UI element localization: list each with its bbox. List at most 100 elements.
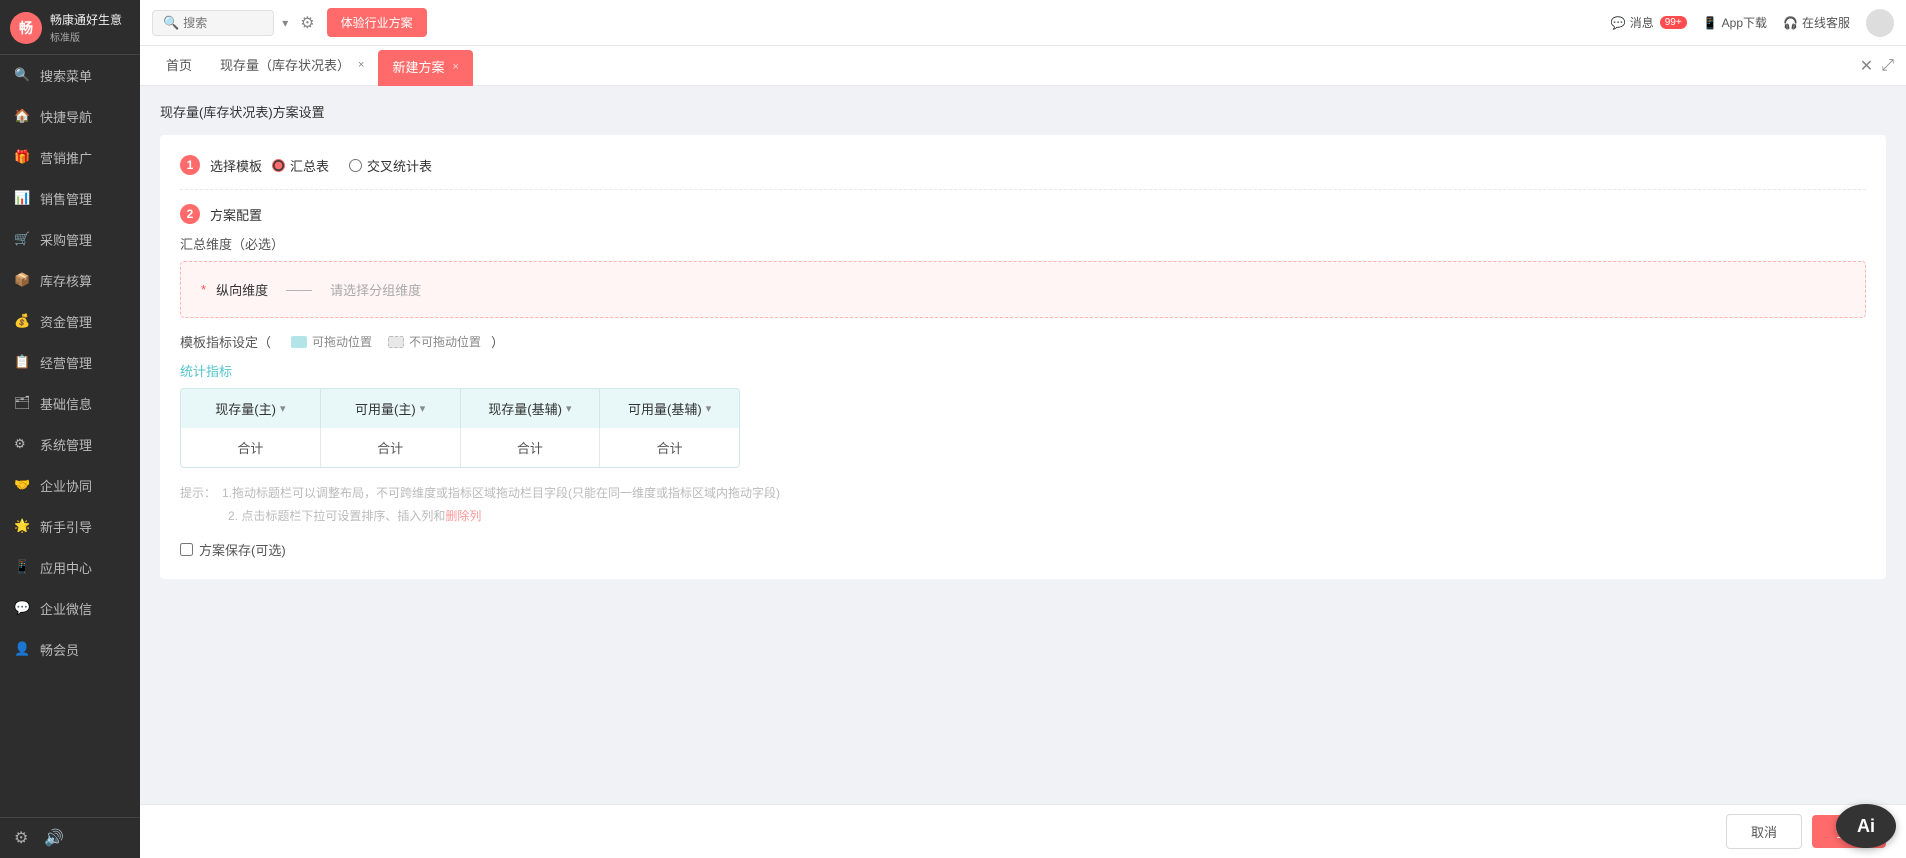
member-icon: 👤	[14, 641, 32, 659]
avatar[interactable]	[1866, 9, 1894, 37]
message-icon: 💬	[1611, 16, 1626, 30]
content-area: 现存量(库存状况表)方案设置 1 选择模板 汇总表 交叉统计表	[140, 86, 1906, 804]
sidebar-item-marketing[interactable]: 🎁 营销推广	[0, 137, 140, 178]
search-input[interactable]	[183, 16, 263, 30]
radio-cross[interactable]: 交叉统计表	[349, 156, 432, 175]
stats-table: 现存量(主) ▾ 可用量(主) ▾ 现存量(基辅) ▾	[180, 388, 740, 468]
stats-col-3[interactable]: 现存量(基辅) ▾	[461, 389, 601, 428]
sidebar-item-quicknav[interactable]: 🏠 快捷导航	[0, 96, 140, 137]
tab-new-plan-close[interactable]: ×	[452, 61, 458, 73]
tip-1: 提示： 1.拖动标题栏可以调整布局，不可跨维度或指标区域拖动栏目字段(只能在同一…	[180, 484, 1866, 501]
app-download-area[interactable]: 📱 App下载	[1703, 14, 1767, 31]
stats-col-3-label: 现存量(基辅)	[488, 399, 562, 418]
window-close-btn[interactable]: ✕	[1860, 56, 1873, 76]
radio-cross-input[interactable]	[349, 159, 362, 172]
sidebar-item-inventory[interactable]: 📦 库存核算	[0, 260, 140, 301]
finance-icon: 💰	[14, 313, 32, 331]
speaker-icon[interactable]: 🔊	[44, 828, 64, 848]
sidebar-item-finance[interactable]: 💰 资金管理	[0, 301, 140, 342]
sidebar-item-label: 畅会员	[40, 640, 79, 659]
tips-highlight: 删除列	[445, 509, 481, 523]
sidebar-item-member[interactable]: 👤 畅会员	[0, 629, 140, 670]
online-service-area[interactable]: 🎧 在线客服	[1783, 14, 1850, 31]
step1-badge: 1	[180, 155, 200, 175]
tabs-bar: 首页 现存量（库存状况表） × 新建方案 × ✕ ⤢	[140, 46, 1906, 86]
legend-draggable-label: 可拖动位置	[312, 333, 372, 350]
stats-label: 统计指标	[180, 361, 1866, 380]
indicator-label-end: ）	[491, 332, 504, 351]
sidebar-item-operations[interactable]: 📋 经营管理	[0, 342, 140, 383]
tab-new-plan-label: 新建方案	[392, 57, 444, 76]
cancel-button[interactable]: 取消	[1726, 814, 1802, 849]
industry-btn[interactable]: 体验行业方案	[327, 8, 427, 37]
stats-col-4-label: 可用量(基辅)	[628, 399, 702, 418]
topbar-search-area[interactable]: 🔍	[152, 10, 274, 36]
radio-summary-label: 汇总表	[290, 156, 329, 175]
sidebar-item-beginner[interactable]: 🌟 新手引导	[0, 506, 140, 547]
chevron-down-icon[interactable]: ▾	[282, 16, 288, 30]
tab-inventory-label: 现存量（库存状况表）	[220, 55, 350, 74]
topbar-right: 💬 消息 99+ 📱 App下载 🎧 在线客服	[1611, 9, 1894, 37]
sidebar-item-app-center[interactable]: 📱 应用中心	[0, 547, 140, 588]
search-icon: 🔍	[163, 15, 179, 31]
stats-col-1-label: 现存量(主)	[215, 399, 276, 418]
stats-col-2[interactable]: 可用量(主) ▾	[321, 389, 461, 428]
sidebar-item-sales[interactable]: 📊 销售管理	[0, 178, 140, 219]
online-service-label: 在线客服	[1802, 14, 1850, 31]
dimension-box[interactable]: * 纵向维度 —— 请选择分组维度	[180, 261, 1866, 318]
window-expand-btn[interactable]: ⤢	[1881, 56, 1894, 76]
stats-body-col-2: 合计	[321, 428, 461, 467]
sidebar-item-label: 库存核算	[40, 271, 92, 290]
radio-summary[interactable]: 汇总表	[272, 156, 329, 175]
ai-label: Ai	[1857, 816, 1875, 837]
wechat-icon: 💬	[14, 600, 32, 618]
gear-icon[interactable]: ⚙	[300, 13, 314, 33]
sidebar-item-collab[interactable]: 🤝 企业协同	[0, 465, 140, 506]
sidebar-item-label: 采购管理	[40, 230, 92, 249]
ai-bubble[interactable]: Ai	[1836, 804, 1896, 848]
legend-fixed-box	[388, 336, 404, 348]
sidebar-item-label: 经营管理	[40, 353, 92, 372]
tab-inventory[interactable]: 现存量（库存状况表） ×	[206, 46, 378, 86]
tab-new-plan[interactable]: 新建方案 ×	[378, 50, 472, 86]
settings-icon[interactable]: ⚙	[14, 828, 28, 848]
stats-col-4-chevron[interactable]: ▾	[706, 402, 712, 415]
sidebar-item-wechat[interactable]: 💬 企业微信	[0, 588, 140, 629]
message-area[interactable]: 💬 消息 99+	[1611, 14, 1687, 31]
radio-summary-input[interactable]	[272, 159, 285, 172]
sidebar-item-label: 新手引导	[40, 517, 92, 536]
template-radio-group: 汇总表 交叉统计表	[272, 156, 432, 175]
step2-title: 方案配置	[210, 205, 262, 224]
sidebar-item-system[interactable]: ⚙ 系统管理	[0, 424, 140, 465]
tab-inventory-close[interactable]: ×	[358, 59, 364, 71]
bottom-bar: 取消 查询	[140, 804, 1906, 858]
step2-header: 2 方案配置	[180, 204, 1866, 224]
tab-home-label: 首页	[166, 55, 192, 74]
stats-body-col-3: 合计	[461, 428, 601, 467]
sidebar-item-purchase[interactable]: 🛒 采购管理	[0, 219, 140, 260]
sidebar-item-label: 企业协同	[40, 476, 92, 495]
stats-col-1[interactable]: 现存量(主) ▾	[181, 389, 321, 428]
main-area: 🔍 ▾ ⚙ 体验行业方案 💬 消息 99+ 📱 App下载 🎧 在线客服	[140, 0, 1906, 858]
sidebar-item-basic-info[interactable]: 🗂 基础信息	[0, 383, 140, 424]
stats-body-col-1: 合计	[181, 428, 321, 467]
stats-body-col-2-val: 合计	[377, 438, 403, 457]
legend-draggable: 可拖动位置	[291, 333, 372, 350]
stats-col-2-chevron[interactable]: ▾	[420, 402, 426, 415]
brand-edition: 标准版	[50, 29, 122, 44]
save-checkbox[interactable]	[180, 543, 193, 556]
star-icon: 🌟	[14, 518, 32, 536]
stats-col-4[interactable]: 可用量(基辅) ▾	[600, 389, 739, 428]
tip-2: 2. 点击标题栏下拉可设置排序、插入列和删除列	[180, 507, 1866, 524]
brand-name: 畅康通好生意	[50, 12, 122, 29]
message-label: 消息	[1630, 14, 1654, 31]
operations-icon: 📋	[14, 354, 32, 372]
tab-home[interactable]: 首页	[152, 46, 206, 86]
message-badge: 99+	[1660, 16, 1687, 29]
legend-group: 可拖动位置 不可拖动位置	[291, 333, 481, 350]
system-icon: ⚙	[14, 436, 32, 454]
stats-col-1-chevron[interactable]: ▾	[280, 402, 286, 415]
stats-col-3-chevron[interactable]: ▾	[566, 402, 572, 415]
sidebar-item-search[interactable]: 🔍 搜索菜单	[0, 55, 140, 96]
divider1	[180, 189, 1866, 190]
